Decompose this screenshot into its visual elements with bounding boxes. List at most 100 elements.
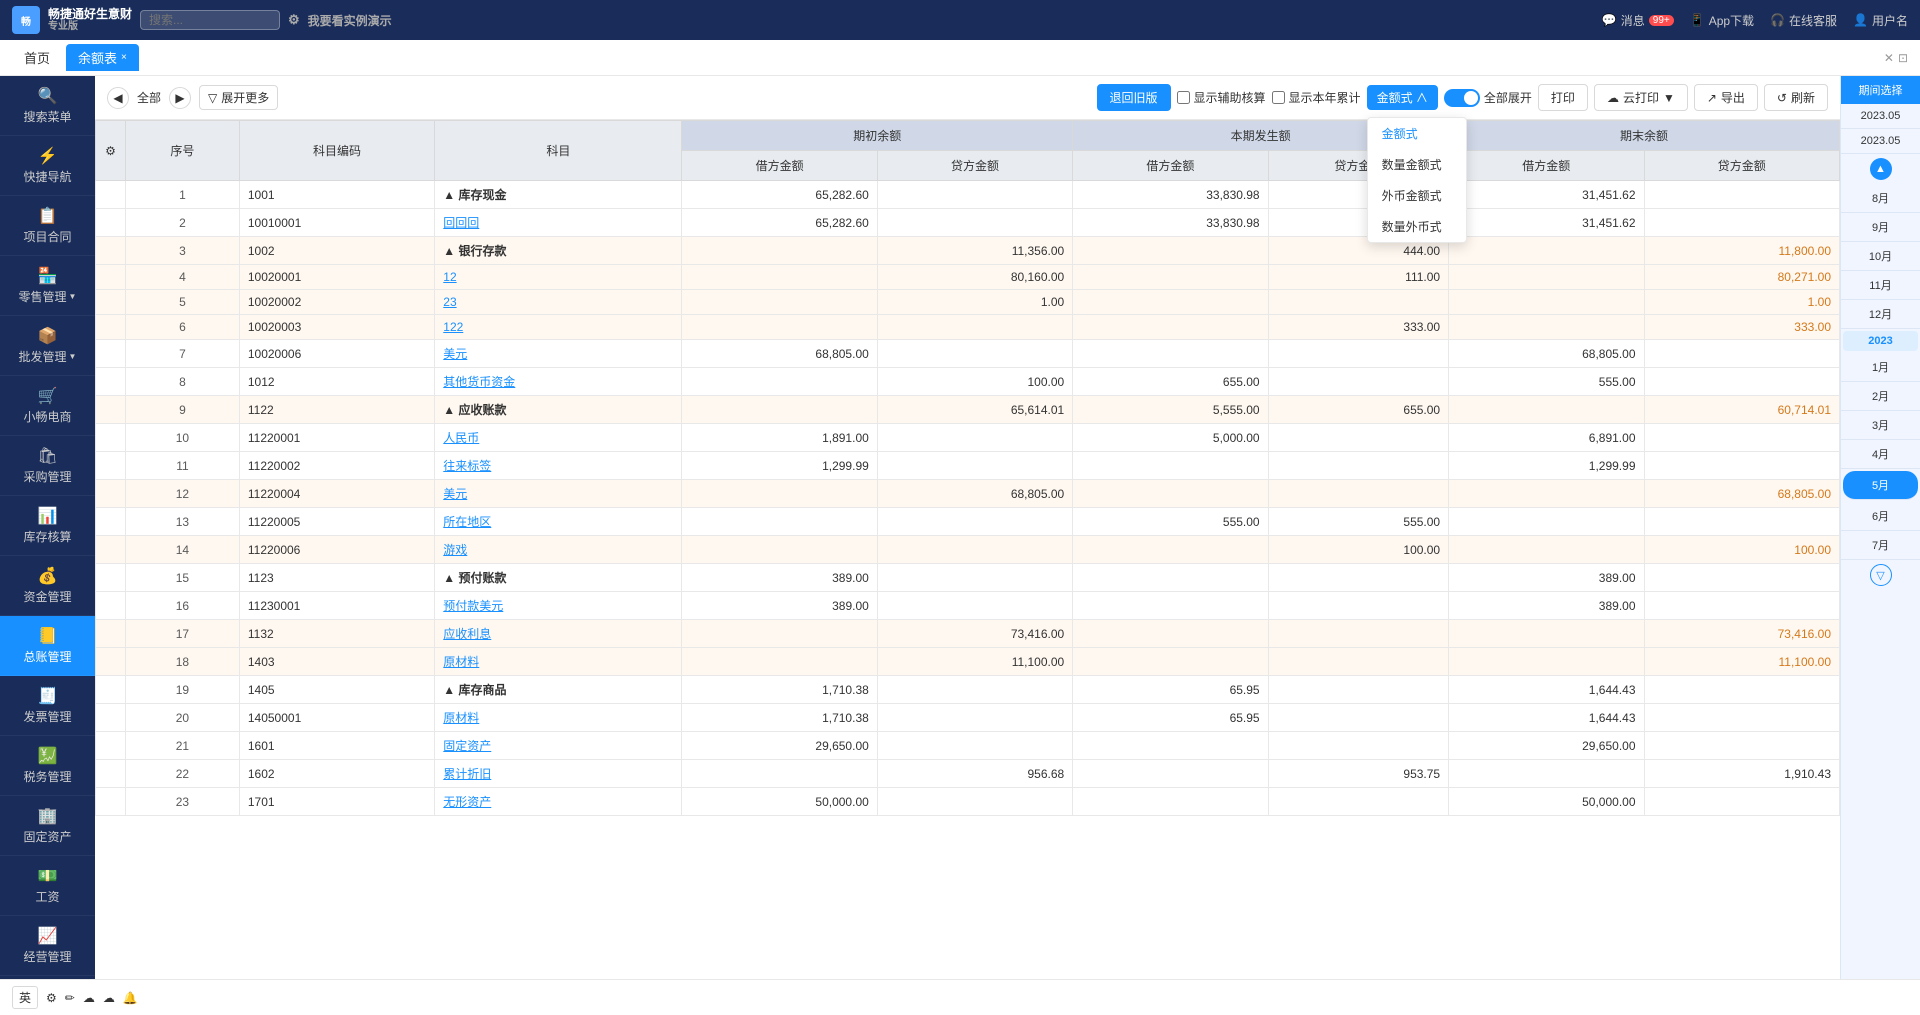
row-code: 1122: [239, 396, 434, 424]
auxiliary-checkbox[interactable]: [1177, 91, 1190, 104]
month-10[interactable]: 10月: [1841, 242, 1920, 271]
period-2023-05-1[interactable]: 2023.05: [1841, 104, 1920, 129]
tab-balance[interactable]: 余额表 ×: [66, 44, 139, 71]
mode-dropdown-btn[interactable]: 金额式 ∧: [1367, 85, 1438, 110]
row-end-credit: [1644, 340, 1840, 368]
sidebar-item-ledger[interactable]: 📒 总账管理: [0, 616, 95, 676]
show-auxiliary-check[interactable]: 显示辅助核算: [1177, 89, 1266, 106]
show-ytd-check[interactable]: 显示本年累计: [1272, 89, 1361, 106]
tab-home[interactable]: 首页: [12, 44, 62, 71]
row-name[interactable]: 23: [435, 290, 682, 315]
row-name[interactable]: 原材料: [435, 704, 682, 732]
tab-close-icon[interactable]: ×: [121, 52, 127, 63]
month-8[interactable]: 8月: [1841, 184, 1920, 213]
sidebar-item-retail[interactable]: 🏪 零售管理 ▼: [0, 256, 95, 316]
service-btn[interactable]: 🎧 在线客服: [1770, 12, 1837, 29]
month-4[interactable]: 4月: [1841, 440, 1920, 469]
row-name[interactable]: 应收利息: [435, 620, 682, 648]
top-search-input[interactable]: [140, 10, 280, 30]
bottom-cloud2-icon[interactable]: ☁: [103, 991, 115, 1005]
sidebar-item-wholesale[interactable]: 📦 批发管理 ▼: [0, 316, 95, 376]
demo-link[interactable]: 我要看实例演示: [308, 12, 392, 29]
user-area[interactable]: 👤 用户名: [1853, 12, 1908, 29]
row-name[interactable]: 游戏: [435, 536, 682, 564]
sidebar-item-tax[interactable]: 💹 税务管理: [0, 736, 95, 796]
cloud-print-btn[interactable]: ☁ 云打印 ▼: [1594, 84, 1688, 111]
breadcrumb-forward-btn[interactable]: ▶: [169, 87, 191, 109]
row-settings: [96, 452, 126, 480]
col-end-credit: 贷方金额: [1644, 151, 1840, 181]
download-btn[interactable]: 📱 App下载: [1690, 12, 1754, 29]
month-3[interactable]: 3月: [1841, 411, 1920, 440]
message-btn[interactable]: 💬 消息 99+: [1602, 12, 1674, 29]
row-name[interactable]: 美元: [435, 480, 682, 508]
sidebar-item-quicknav[interactable]: ⚡ 快捷导航: [0, 136, 95, 196]
next-year-btn[interactable]: ▽: [1870, 564, 1892, 586]
month-9[interactable]: 9月: [1841, 213, 1920, 242]
prev-year-btn[interactable]: ▲: [1870, 158, 1892, 180]
row-name[interactable]: 其他货币资金: [435, 368, 682, 396]
month-2[interactable]: 2月: [1841, 382, 1920, 411]
export-btn[interactable]: ↗ 导出: [1694, 84, 1758, 111]
refresh-btn[interactable]: ↺ 刷新: [1764, 84, 1828, 111]
lang-btn[interactable]: 英: [12, 986, 38, 1009]
ecommerce-icon: 🛒: [6, 386, 89, 406]
sidebar-item-assets[interactable]: 🏢 固定资产: [0, 796, 95, 856]
row-name[interactable]: 预付款美元: [435, 592, 682, 620]
bottom-settings-icon[interactable]: ⚙: [46, 991, 57, 1005]
bottom-cloud1-icon[interactable]: ☁: [83, 991, 95, 1005]
bottom-edit-icon[interactable]: ✏: [65, 991, 75, 1005]
row-code: 1001: [239, 181, 434, 209]
mode-option-amount[interactable]: 金额式: [1368, 118, 1466, 149]
sidebar-item-purchase[interactable]: 🛍 采购管理: [0, 436, 95, 496]
row-name[interactable]: 原材料: [435, 648, 682, 676]
project-icon: 📋: [6, 206, 89, 226]
row-curr-debit: [1073, 760, 1268, 788]
month-1[interactable]: 1月: [1841, 353, 1920, 382]
tab-close-window-icon[interactable]: ✕: [1884, 51, 1894, 65]
row-name[interactable]: 12: [435, 265, 682, 290]
ytd-checkbox[interactable]: [1272, 91, 1285, 104]
tab-maximize-icon[interactable]: ⊡: [1898, 51, 1908, 65]
row-name[interactable]: 回回回: [435, 209, 682, 237]
sidebar-item-project[interactable]: 📋 项目合同: [0, 196, 95, 256]
row-name[interactable]: 固定资产: [435, 732, 682, 760]
row-name[interactable]: 无形资产: [435, 788, 682, 816]
month-5[interactable]: 5月: [1843, 471, 1918, 500]
expand-more-btn[interactable]: ▽ 展开更多: [199, 85, 278, 110]
row-name[interactable]: 美元: [435, 340, 682, 368]
period-2023-05-2[interactable]: 2023.05: [1841, 129, 1920, 154]
export-label: 导出: [1721, 89, 1745, 106]
sidebar-item-invoice[interactable]: 🧾 发票管理: [0, 676, 95, 736]
row-name[interactable]: 所在地区: [435, 508, 682, 536]
row-period-debit: [682, 368, 877, 396]
print-btn[interactable]: 打印: [1538, 84, 1588, 111]
sidebar-item-search[interactable]: 🔍 搜索菜单: [0, 76, 95, 136]
month-6[interactable]: 6月: [1841, 502, 1920, 531]
mode-option-qty-amount[interactable]: 数量金额式: [1368, 149, 1466, 180]
table-row: 19 1405 ▲ 库存商品 1,710.38 65.95 1,644.43: [96, 676, 1840, 704]
row-period-credit: [877, 315, 1072, 340]
sidebar-item-ecommerce[interactable]: 🛒 小畅电商: [0, 376, 95, 436]
mode-option-foreign[interactable]: 外币金额式: [1368, 180, 1466, 211]
month-12[interactable]: 12月: [1841, 300, 1920, 329]
salary-icon: 💵: [6, 866, 89, 886]
settings-icon[interactable]: ⚙: [288, 12, 300, 28]
bottom-bell-icon[interactable]: 🔔: [123, 991, 138, 1005]
sidebar-item-capital[interactable]: 💰 资金管理: [0, 556, 95, 616]
breadcrumb-back-btn[interactable]: ◀: [107, 87, 129, 109]
month-7[interactable]: 7月: [1841, 531, 1920, 560]
expand-all-switch[interactable]: [1444, 89, 1480, 107]
expand-all-toggle[interactable]: 全部展开: [1444, 89, 1532, 107]
sidebar-item-operation[interactable]: 📈 经营管理: [0, 916, 95, 976]
row-name[interactable]: 累计折旧: [435, 760, 682, 788]
return-old-btn[interactable]: 退回旧版: [1097, 84, 1171, 111]
row-name[interactable]: 122: [435, 315, 682, 340]
sidebar-item-salary[interactable]: 💵 工资: [0, 856, 95, 916]
row-name[interactable]: 往来标签: [435, 452, 682, 480]
month-11[interactable]: 11月: [1841, 271, 1920, 300]
mode-option-qty-foreign[interactable]: 数量外币式: [1368, 211, 1466, 242]
row-name[interactable]: 人民币: [435, 424, 682, 452]
col-settings[interactable]: ⚙: [96, 121, 126, 181]
sidebar-item-inventory[interactable]: 📊 库存核算: [0, 496, 95, 556]
